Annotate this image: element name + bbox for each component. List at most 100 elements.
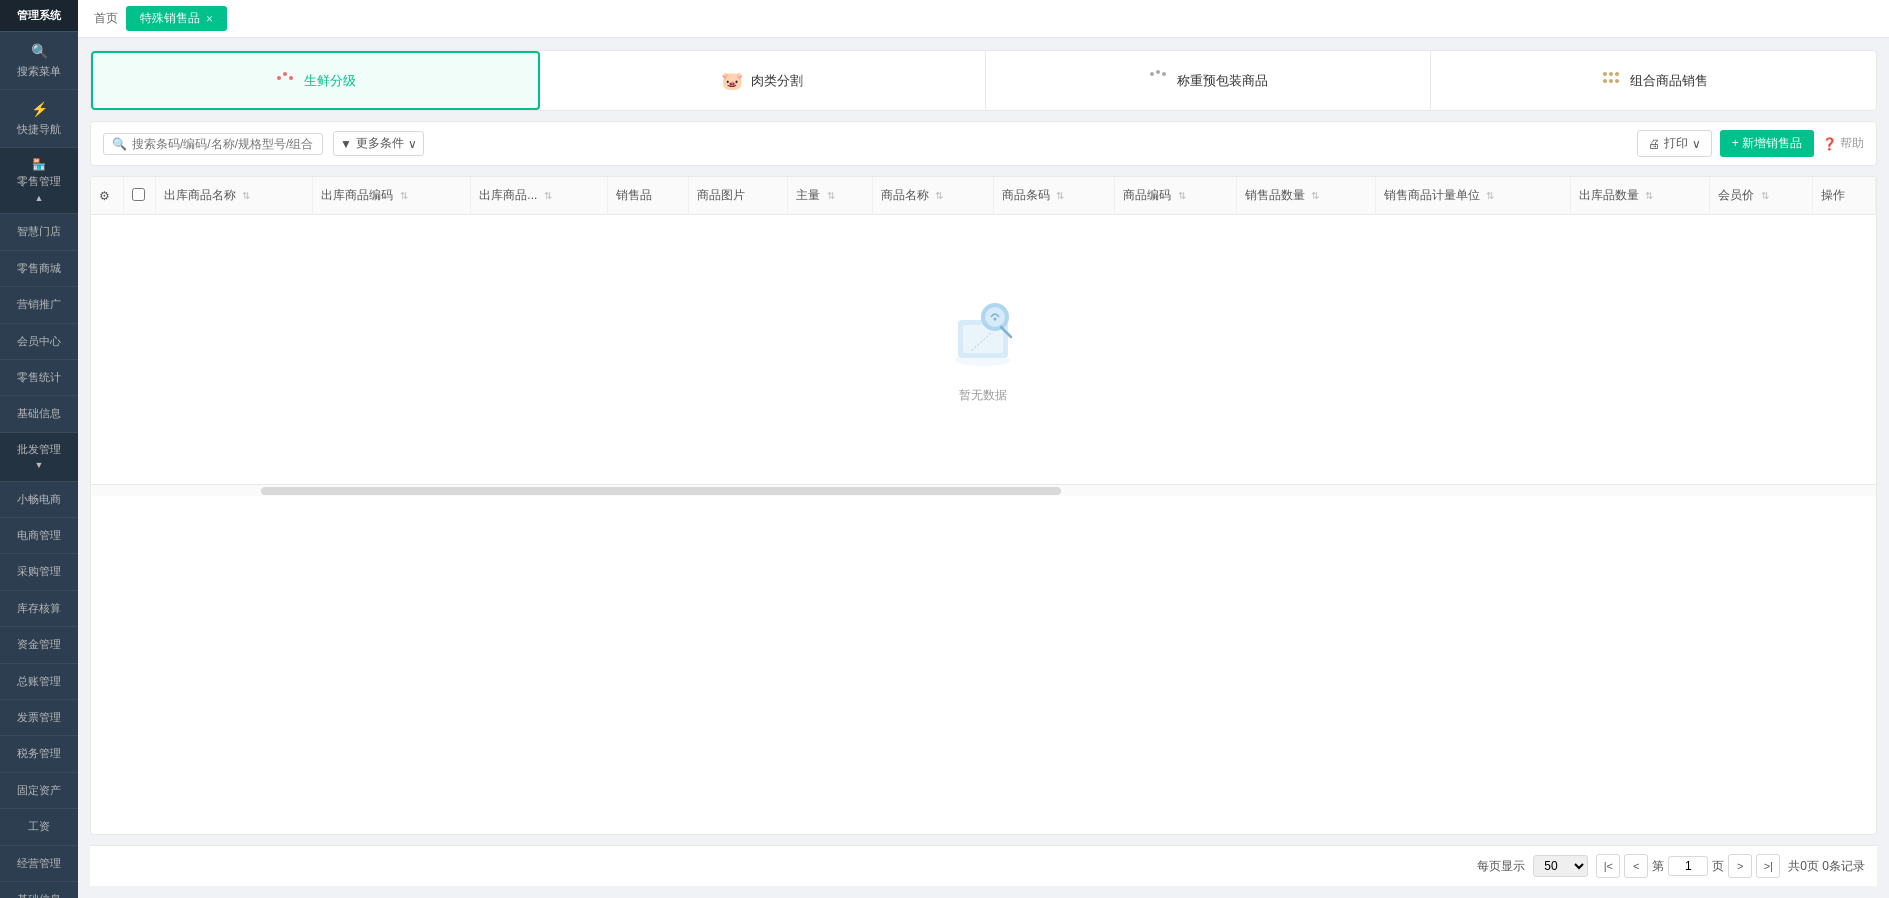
main-area: 首页 特殊销售品 × 生鲜分级 🐷 肉类分割	[78, 0, 1889, 898]
last-page-button[interactable]: >|	[1756, 854, 1780, 878]
col-out-name[interactable]: 出库商品名称 ⇅	[155, 177, 313, 215]
horizontal-scrollbar[interactable]	[91, 484, 1876, 496]
cat-tab-fresh-label: 生鲜分级	[304, 72, 356, 90]
sidebar-item-label: 小畅电商	[17, 492, 61, 507]
filter-button[interactable]: ▼ 更多条件 ∨	[333, 131, 424, 156]
tab-close-icon[interactable]: ×	[206, 12, 213, 26]
cat-tab-combo[interactable]: 组合商品销售	[1431, 51, 1876, 110]
col-image[interactable]: 商品图片	[688, 177, 787, 215]
cat-tab-fresh[interactable]: 生鲜分级	[91, 51, 540, 110]
sidebar-item-promo[interactable]: 营销推广	[0, 287, 78, 323]
sidebar-item-invoice[interactable]: 发票管理	[0, 700, 78, 736]
cat-tab-meat[interactable]: 🐷 肉类分割	[540, 51, 986, 110]
search-box[interactable]: 🔍	[103, 133, 323, 155]
sidebar-item-label: 总账管理	[17, 674, 61, 689]
sidebar-item-label: 采购管理	[17, 564, 61, 579]
col-goods-code[interactable]: 商品编码 ⇅	[1115, 177, 1236, 215]
sidebar-item-asset[interactable]: 固定资产	[0, 773, 78, 809]
svg-point-6	[1603, 72, 1607, 76]
sidebar-item-stat[interactable]: 零售统计	[0, 360, 78, 396]
active-tab[interactable]: 特殊销售品 ×	[126, 6, 227, 31]
sidebar-item-search[interactable]: 🔍 搜索菜单	[0, 32, 78, 90]
col-out-code[interactable]: 出库商品编码 ⇅	[313, 177, 471, 215]
prev-page-button[interactable]: <	[1624, 854, 1648, 878]
home-link[interactable]: 首页	[94, 10, 118, 27]
sidebar-item-biz[interactable]: 经营管理	[0, 846, 78, 882]
sidebar-item-label: 库存核算	[17, 601, 61, 616]
sidebar-item-general[interactable]: 总账管理	[0, 664, 78, 700]
page-label-after: 页	[1712, 858, 1724, 875]
per-page-select[interactable]: 50 100 200	[1533, 855, 1588, 877]
table-body: 暂无数据	[91, 215, 1876, 485]
sidebar-item-small[interactable]: 小畅电商	[0, 482, 78, 518]
weigh-icon	[1147, 67, 1169, 94]
data-table-wrapper: ⚙ 出库商品名称 ⇅ 出库商品编码 ⇅ 出库商品... ⇅	[90, 176, 1877, 835]
total-label: 共0页 0条记录	[1788, 858, 1865, 875]
toolbar-right: 🖨 打印 ∨ + 新增销售品 ❓ 帮助	[1637, 130, 1864, 157]
page-nav: |< < 第 页 > >|	[1596, 854, 1780, 878]
cat-tab-weigh[interactable]: 称重预包装商品	[986, 51, 1432, 110]
sidebar-item-label: 快捷导航	[17, 122, 61, 137]
sort-icon: ⇅	[1311, 190, 1319, 201]
col-sales-item[interactable]: 销售品	[607, 177, 688, 215]
cat-tab-weigh-label: 称重预包装商品	[1177, 72, 1268, 90]
svg-point-0	[277, 76, 281, 80]
col-barcode[interactable]: 商品条码 ⇅	[994, 177, 1115, 215]
col-out-qty[interactable]: 出库品数量 ⇅	[1570, 177, 1710, 215]
col-out-spec[interactable]: 出库商品... ⇅	[471, 177, 608, 215]
col-goods-name[interactable]: 商品名称 ⇅	[872, 177, 993, 215]
print-button[interactable]: 🖨 打印 ∨	[1637, 130, 1712, 157]
sidebar-item-finance[interactable]: 资金管理	[0, 627, 78, 663]
sidebar-item-label: 资金管理	[17, 637, 61, 652]
search-input[interactable]	[132, 137, 314, 151]
sidebar-item-batch[interactable]: 批发管理 ▼	[0, 433, 78, 482]
pagination: 每页显示 50 100 200 |< < 第 页 > >| 共0页 0条记录	[90, 845, 1877, 886]
sidebar-item-retail[interactable]: 🏪 零售管理 ▲	[0, 148, 78, 214]
sidebar-item-baseinfo[interactable]: 基础信息	[0, 882, 78, 898]
svg-point-4	[1156, 70, 1160, 74]
add-product-button[interactable]: + 新增销售品	[1720, 130, 1814, 157]
next-page-button[interactable]: >	[1728, 854, 1752, 878]
help-icon: ❓	[1822, 137, 1837, 151]
sidebar-item-member[interactable]: 会员中心	[0, 324, 78, 360]
col-sales-qty[interactable]: 销售品数量 ⇅	[1236, 177, 1376, 215]
select-all-checkbox[interactable]	[132, 188, 145, 201]
topbar: 首页 特殊销售品 ×	[78, 0, 1889, 38]
sidebar-item-label: 基础信息	[17, 892, 61, 898]
sidebar-item-label: 零售商城	[17, 261, 61, 276]
search-icon: 🔍	[31, 42, 48, 62]
col-main-weight[interactable]: 主量 ⇅	[788, 177, 873, 215]
sidebar-item-purchase[interactable]: 采购管理	[0, 554, 78, 590]
table-header-row: ⚙ 出库商品名称 ⇅ 出库商品编码 ⇅ 出库商品... ⇅	[91, 177, 1876, 215]
sidebar-item-stock[interactable]: 库存核算	[0, 591, 78, 627]
col-sales-unit[interactable]: 销售商品计量单位 ⇅	[1376, 177, 1571, 215]
empty-state: 暂无数据	[91, 215, 1876, 484]
sidebar-item-base[interactable]: 基础信息	[0, 396, 78, 432]
col-settings[interactable]: ⚙	[91, 177, 123, 215]
content-area: 生鲜分级 🐷 肉类分割 称重预包装商品	[78, 38, 1889, 898]
page-input[interactable]	[1668, 856, 1708, 876]
sidebar-item-label: 会员中心	[17, 334, 61, 349]
sidebar-item-label: 批发管理	[17, 442, 61, 457]
col-member-price[interactable]: 会员价 ⇅	[1710, 177, 1813, 215]
sidebar: 管理系统 🔍 搜索菜单 ⚡ 快捷导航 🏪 零售管理 ▲ 智慧门店 零售商城 营销…	[0, 0, 78, 898]
svg-point-17	[994, 318, 997, 321]
scroll-track	[261, 487, 1061, 495]
first-page-button[interactable]: |<	[1596, 854, 1620, 878]
empty-state-row: 暂无数据	[91, 215, 1876, 485]
sidebar-item-quick[interactable]: ⚡ 快捷导航	[0, 90, 78, 148]
chevron-down-icon: ▲	[35, 192, 44, 205]
toolbar: 🔍 ▼ 更多条件 ∨ 🖨 打印 ∨ + 新增销售品	[90, 121, 1877, 166]
sidebar-item-work[interactable]: 工资	[0, 809, 78, 845]
sidebar-item-ecom[interactable]: 电商管理	[0, 518, 78, 554]
sort-icon: ⇅	[400, 190, 408, 201]
sidebar-item-tax[interactable]: 税务管理	[0, 736, 78, 772]
sidebar-item-shop[interactable]: 智慧门店	[0, 214, 78, 250]
sidebar-item-label: 搜索菜单	[17, 64, 61, 79]
sidebar-item-mall[interactable]: 零售商城	[0, 251, 78, 287]
sidebar-item-label: 零售统计	[17, 370, 61, 385]
sort-icon: ⇅	[544, 190, 552, 201]
col-checkbox[interactable]	[123, 177, 155, 215]
help-button[interactable]: ❓ 帮助	[1822, 135, 1864, 152]
svg-point-16	[985, 307, 1005, 327]
